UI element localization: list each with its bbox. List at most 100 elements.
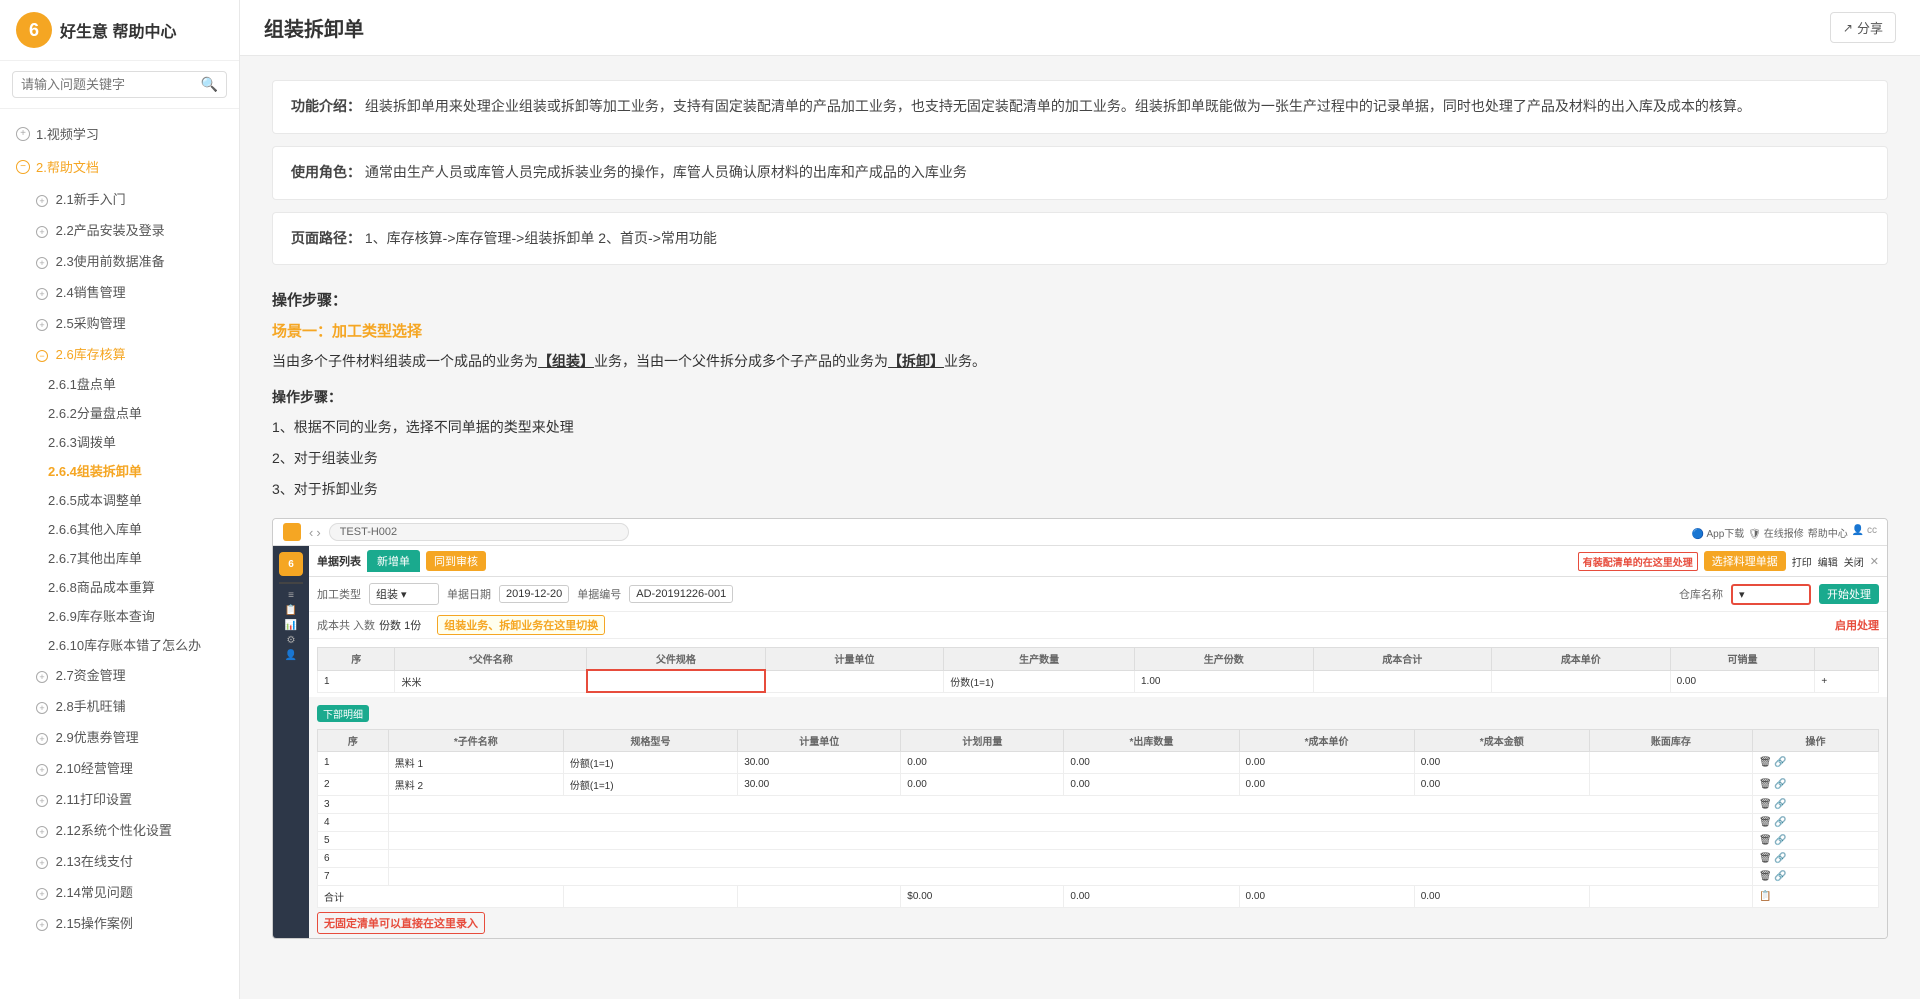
lower-table-row-2: 2 黑料 2 份额(1=1) 30.00 0.00 0.00 0.00 0.00 [318,774,1879,796]
cell-name: 米米 [395,670,587,692]
footer-cost1: 0.00 [1239,886,1414,908]
upper-table: 序 *父件名称 父件规格 计量单位 生产数量 生产份数 成本合计 成本单价 可销 [317,647,1879,693]
role-block: 使用角色： 通常由生产人员或库管人员完成拆装业务的操作，库管人员确认原材料的出库… [272,146,1888,200]
intro-block: 功能介绍： 组装拆卸单用来处理企业组装或拆卸等加工业务，支持有固定装配清单的产品… [272,80,1888,134]
lcol-plan: 计划用量 [901,730,1064,752]
lcol-spec: 规格型号 [563,730,737,752]
sidebar-item-2-8[interactable]: + 2.8手机旺铺 [0,690,239,721]
sidebar-item-2-4[interactable]: + 2.4销售管理 [0,276,239,307]
sidebar-item-2-6-1[interactable]: 2.6.1盘点单 [0,369,239,398]
col-unit: 计量单位 [765,648,944,671]
sidebar-item-2-1[interactable]: + 2.1新手入门 [0,183,239,214]
page-title: 组装拆卸单 [264,13,364,42]
col-qty: 生产数量 [944,648,1135,671]
lower-table: 序 *子件名称 规格型号 计量单位 计划用量 *出库数量 *成本单价 *成本金额 [317,729,1879,908]
role-text: 通常由生产人员或库管人员完成拆装业务的操作，库管人员确认原材料的出库和产成品的入… [365,164,967,180]
step3: 3、对于拆卸业务 [272,477,1888,502]
app-header: 单据列表 新增单 同到审核 有装配清单的在这里处理 选择料理单据 打印 编辑 关… [309,546,1887,577]
sidebar-item-2-6-2[interactable]: 2.6.2分量盘点单 [0,398,239,427]
sidebar-item-2-6-6[interactable]: 2.6.6其他入库单 [0,514,239,543]
type-switch-label: 组装业务、拆卸业务在这里切换 [444,617,598,633]
sidebar-item-2-3[interactable]: + 2.3使用前数据准备 [0,245,239,276]
sidebar-item-2-6-9[interactable]: 2.6.9库存账本查询 [0,601,239,630]
lrow6-empty [388,850,1752,868]
sidebar-item-2-6-4[interactable]: 2.6.4组装拆卸单 [0,456,239,485]
sidebar-item-2-6-8[interactable]: 2.6.8商品成本重算 [0,572,239,601]
sidebar-item-2-5[interactable]: + 2.5采购管理 [0,307,239,338]
expand-icon-2-12: + [36,826,48,838]
nav-section-docs-label: 2.帮助文档 [36,157,99,176]
nav-2-6-subitems: 2.6.1盘点单 2.6.2分量盘点单 2.6.3调拨单 2.6.4组装拆卸单 … [0,369,239,659]
print-btn: 打印 [1792,554,1812,569]
no-value: AD-20191226-001 [629,585,733,603]
col-unit-cost: 成本单价 [1492,648,1671,671]
search-input[interactable] [21,77,201,92]
sidebar-item-2-6-3[interactable]: 2.6.3调拨单 [0,427,239,456]
expand-icon: + [16,127,30,141]
logo-text: 好生意 帮助中心 [60,18,176,42]
lrow2-op: 🗑 🔗 [1752,774,1878,796]
nav-section-video: + 1.视频学习 [0,117,239,150]
lrow3-op: 🗑 🔗 [1752,796,1878,814]
lrow2-qty: 0.00 [1064,774,1239,796]
footer-plan: $0.00 [901,886,1064,908]
nav-section-video-title[interactable]: + 1.视频学习 [0,117,239,150]
lrow1-name: 黑料 1 [388,752,563,774]
scene1-desc: 当由多个子件材料组装成一个成品的业务为【组装】业务，当由一个父件拆分成多个子产品… [272,349,1888,374]
lrow2-cost1: 0.00 [1239,774,1414,796]
expand-icon-2-7: + [36,671,48,683]
sidebar-item-2-12[interactable]: + 2.12系统个性化设置 [0,814,239,845]
lrow1-op: 🗑 🔗 [1752,752,1878,774]
sidebar: 6 好生意 帮助中心 🔍 + 1.视频学习 − 2.帮助文档 + 2.1新手入 [0,0,240,999]
lcol-name: *子件名称 [388,730,563,752]
col-seq: 序 [318,648,395,671]
lower-table-row-7: 7 🗑 🔗 [318,868,1879,886]
nav-icon-2: 📋 [285,605,297,616]
sidebar-item-2-6-10[interactable]: 2.6.10库存账本错了怎么办 [0,630,239,659]
sidebar-item-2-7[interactable]: + 2.7资金管理 [0,659,239,690]
sidebar-item-2-6-5[interactable]: 2.6.5成本调整单 [0,485,239,514]
sidebar-item-2-11[interactable]: + 2.11打印设置 [0,783,239,814]
lrow1-plan: 0.00 [901,752,1064,774]
lrow2-spec: 份额(1=1) [563,774,737,796]
cell-seq: 1 [318,670,395,692]
lrow1-cost2: 0.00 [1414,752,1589,774]
path-block: 页面路径： 1、库存核算->库存管理->组装拆卸单 2、首页->常用功能 [272,212,1888,266]
table-row: 1 米米 份数(1=1) 1.00 0.00 [318,670,1879,692]
close-x: ✕ [1870,555,1879,568]
nav-icon-5: 👤 [285,650,297,661]
screenshot-mockup: ‹ › TEST-H002 🔵 App下载 🛡 在线报修 帮助中心 👤 cc [272,518,1888,939]
sidebar-item-2-6-7[interactable]: 2.6.7其他出库单 [0,543,239,572]
sidebar-item-2-9[interactable]: + 2.9优惠券管理 [0,721,239,752]
sidebar-item-2-14[interactable]: + 2.14常见问题 [0,876,239,907]
sidebar-item-2-2[interactable]: + 2.2产品安装及登录 [0,214,239,245]
annotation1-badge: 有装配清单的在这里处理 [1578,552,1698,571]
lrow3-seq: 3 [318,796,389,814]
sidebar-item-2-6[interactable]: − 2.6库存核算 [0,338,239,369]
footer-cost2: 0.00 [1414,886,1589,908]
sidebar-item-2-13[interactable]: + 2.13在线支付 [0,845,239,876]
lrow2-unit: 30.00 [738,774,901,796]
expand-icon-2-1: + [36,195,48,207]
expand-icon-2-8: + [36,702,48,714]
sidebar-item-2-10[interactable]: + 2.10经营管理 [0,752,239,783]
footer-empty2 [738,886,901,908]
logo-area: 6 好生意 帮助中心 [0,0,239,61]
doc-list-btn: 单据列表 [317,553,361,569]
expand-icon-2-10: + [36,764,48,776]
nav-section-docs-title[interactable]: − 2.帮助文档 [0,150,239,183]
lcol-cost1: *成本单价 [1239,730,1414,752]
cell-avail: 0.00 [1670,670,1815,692]
app-layout: 6 ≡ 📋 📊 ⚙ 👤 单据列表 新增单 同 [273,546,1887,938]
user-link: 帮助中心 [1808,525,1848,540]
col-num: 生产份数 [1134,648,1313,671]
col-cost: 成本合计 [1313,648,1492,671]
amount-row: 成本共 入数 份数 1份 [317,617,421,633]
share-button[interactable]: ↗ 分享 [1830,12,1896,43]
sidebar-item-2-15[interactable]: + 2.15操作案例 [0,907,239,938]
annotation-row: 成本共 入数 份数 1份 组装业务、拆卸业务在这里切换 启用处理 [309,612,1887,639]
sub-table-label: 下部明细 [317,705,369,722]
search-icon[interactable]: 🔍 [201,76,218,93]
lower-table-row-3: 3 🗑 🔗 [318,796,1879,814]
lower-table-footer: 合计 $0.00 0.00 0.00 0.00 📋 [318,886,1879,908]
